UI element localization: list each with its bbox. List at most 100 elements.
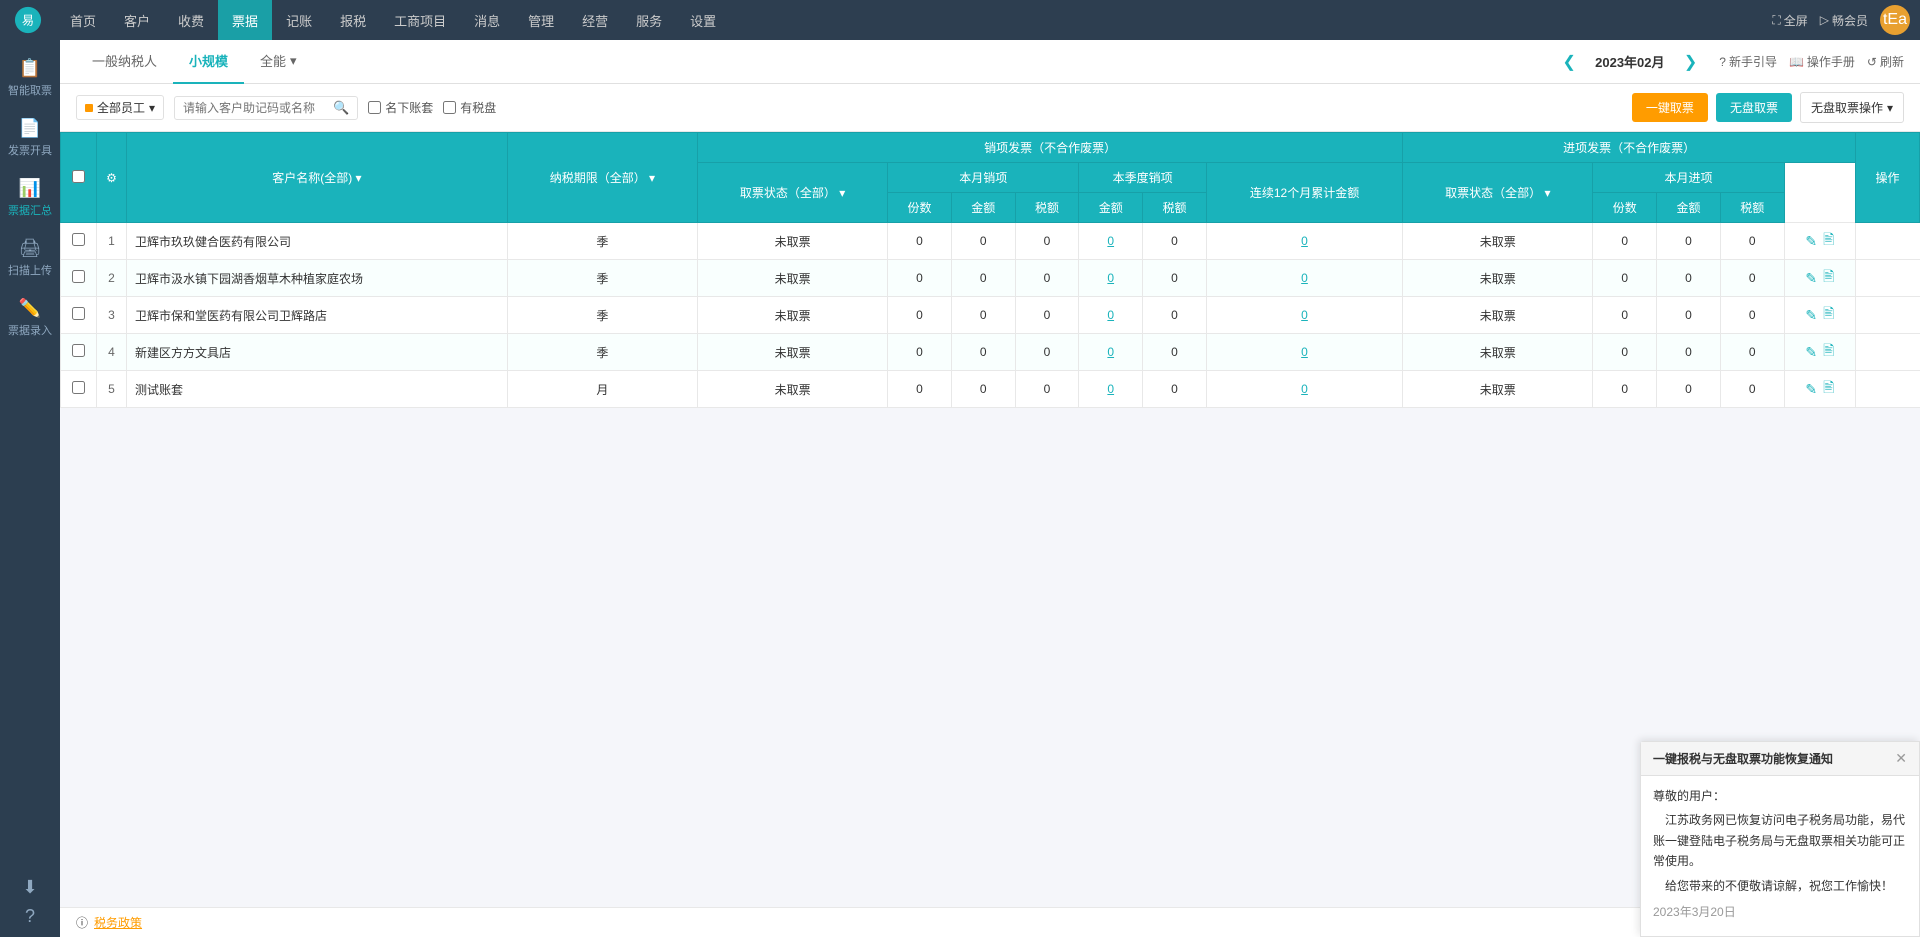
next-month-button[interactable]: ❯ [1678, 50, 1703, 74]
detail-icon[interactable]: 🖹 [1823, 377, 1834, 401]
nav-home[interactable]: 首页 [56, 0, 110, 40]
filter-dot [85, 104, 93, 112]
row-num: 2 [97, 260, 127, 297]
prev-month-button[interactable]: ❮ [1556, 50, 1581, 74]
main-table: ⚙ 客户名称(全部) ▾ 纳税期限（全部） ▾ 销项发票（不合作废票） 进项发票… [60, 132, 1920, 408]
manual-button[interactable]: 📖 操作手册 [1789, 53, 1855, 70]
row-checkbox[interactable] [61, 223, 97, 260]
row-quarter-amount: 0 [1079, 223, 1143, 260]
select-all-checkbox[interactable] [72, 170, 85, 183]
help-icon[interactable]: ? [25, 906, 35, 927]
row-in-tax: 0 [1720, 371, 1784, 408]
row-in-tax: 0 [1720, 260, 1784, 297]
edit-icon[interactable]: ✎ [1805, 270, 1817, 287]
no-disk-fetch-button[interactable]: 无盘取票 [1716, 93, 1792, 122]
detail-icon[interactable]: 🖹 [1823, 229, 1834, 253]
refresh-button[interactable]: ↺ 刷新 [1867, 53, 1904, 70]
avatar[interactable]: tEa [1880, 5, 1910, 35]
row-quarter-amount: 0 [1079, 334, 1143, 371]
row-sales-status: 未取票 [697, 297, 887, 334]
row-checkbox[interactable] [61, 334, 97, 371]
row-cumulative: 0 [1206, 297, 1402, 334]
own-accounts-filter[interactable]: 名下账套 [368, 99, 433, 116]
one-key-fetch-button[interactable]: 一键取票 [1632, 93, 1708, 122]
th-qs-tax: 税额 [1143, 193, 1207, 223]
detail-icon[interactable]: 🖹 [1823, 340, 1834, 364]
has-tax-disk-filter[interactable]: 有税盘 [443, 99, 496, 116]
nav-service[interactable]: 服务 [622, 0, 676, 40]
employee-filter[interactable]: 全部员工 ▾ [76, 95, 164, 120]
notif-apology: 给您带来的不便敬请谅解，祝您工作愉快！ [1653, 876, 1907, 896]
search-box: 🔍 [174, 96, 358, 120]
nav-invoice[interactable]: 票据 [218, 0, 272, 40]
notif-close-button[interactable]: ✕ [1895, 750, 1907, 767]
edit-icon[interactable]: ✎ [1805, 381, 1817, 398]
row-in-amount: 0 [1657, 297, 1721, 334]
tab-small-scale[interactable]: 小规模 [173, 40, 244, 84]
table-row: 5 测试账套 月 未取票 0 0 0 0 0 0 未取票 0 0 0 ✎ 🖹 [61, 371, 1920, 408]
row-period: 季 [507, 297, 697, 334]
own-accounts-checkbox[interactable] [368, 101, 381, 114]
sidebar-item-invoice-issue[interactable]: 📄 发票开具 [3, 110, 57, 166]
search-button[interactable]: 🔍 [333, 100, 349, 116]
new-guide-button[interactable]: ? 新手引导 [1719, 53, 1777, 70]
has-tax-disk-checkbox[interactable] [443, 101, 456, 114]
row-cumulative: 0 [1206, 371, 1402, 408]
tab-general-taxpayer[interactable]: 一般纳税人 [76, 40, 173, 84]
row-checkbox[interactable] [61, 371, 97, 408]
top-nav: 易 首页 客户 收费 票据 记账 报税 工商项目 消息 管理 经营 服务 设置 … [0, 0, 1920, 40]
has-tax-disk-label: 有税盘 [460, 99, 496, 116]
nav-manage[interactable]: 管理 [514, 0, 568, 40]
vip-button[interactable]: ▷ 畅会员 [1820, 12, 1868, 29]
row-month-tax: 0 [1015, 297, 1079, 334]
table-row: 1 卫辉市玖玖健合医药有限公司 季 未取票 0 0 0 0 0 0 未取票 0 … [61, 223, 1920, 260]
row-quarter-tax: 0 [1143, 260, 1207, 297]
detail-icon[interactable]: 🖹 [1823, 266, 1834, 290]
row-in-tax: 0 [1720, 334, 1784, 371]
nav-settings[interactable]: 设置 [676, 0, 730, 40]
row-checkbox[interactable] [61, 260, 97, 297]
no-disk-op-button[interactable]: 无盘取票操作 ▾ [1800, 92, 1904, 123]
row-cumulative: 0 [1206, 334, 1402, 371]
row-customer-name: 卫辉市玖玖健合医药有限公司 [127, 223, 508, 260]
nav-operation[interactable]: 经营 [568, 0, 622, 40]
nav-business[interactable]: 工商项目 [380, 0, 460, 40]
row-in-amount: 0 [1657, 260, 1721, 297]
sidebar-label-smart-fetch: 智能取票 [8, 82, 52, 98]
edit-icon[interactable]: ✎ [1805, 344, 1817, 361]
nav-fee[interactable]: 收费 [164, 0, 218, 40]
row-actions: ✎ 🖹 [1784, 371, 1855, 408]
row-period: 季 [507, 223, 697, 260]
search-input[interactable] [183, 101, 333, 115]
sidebar-item-invoice-summary[interactable]: 📊 票据汇总 [3, 170, 57, 226]
nav-customer[interactable]: 客户 [110, 0, 164, 40]
row-in-amount: 0 [1657, 371, 1721, 408]
edit-icon[interactable]: ✎ [1805, 307, 1817, 324]
notification-panel: 一键报税与无盘取票功能恢复通知 ✕ 尊敬的用户： 江苏政务网已恢复访问电子税务局… [1640, 741, 1920, 937]
detail-icon[interactable]: 🖹 [1823, 303, 1834, 327]
row-in-status: 未取票 [1403, 297, 1593, 334]
download-icon[interactable]: ⬇ [22, 877, 37, 898]
nav-message[interactable]: 消息 [460, 0, 514, 40]
tax-policy-link[interactable]: 税务政策 [94, 914, 142, 931]
row-checkbox[interactable] [61, 297, 97, 334]
row-quarter-tax: 0 [1143, 223, 1207, 260]
header-right-actions: ? 新手引导 📖 操作手册 ↺ 刷新 [1719, 53, 1904, 70]
nav-bookkeep[interactable]: 记账 [272, 0, 326, 40]
tab-all[interactable]: 全能 ▾ [244, 40, 313, 84]
nav-items: 首页 客户 收费 票据 记账 报税 工商项目 消息 管理 经营 服务 设置 [56, 0, 1772, 40]
nav-tax[interactable]: 报税 [326, 0, 380, 40]
row-customer-name: 测试账套 [127, 371, 508, 408]
row-month-shares: 0 [888, 297, 952, 334]
edit-icon[interactable]: ✎ [1805, 233, 1817, 250]
filter-dropdown-icon: ▾ [149, 101, 155, 115]
th-action: 操作 [1856, 133, 1920, 223]
current-date: 2023年02月 [1590, 52, 1670, 71]
sidebar-item-smart-fetch[interactable]: 📋 智能取票 [3, 50, 57, 106]
row-month-shares: 0 [888, 260, 952, 297]
row-customer-name: 卫辉市汲水镇下园湖香烟草木种植家庭农场 [127, 260, 508, 297]
fullscreen-button[interactable]: ⛶ 全屏 [1772, 12, 1807, 29]
sidebar-item-scan-upload[interactable]: 🖨 扫描上传 [3, 230, 57, 286]
sidebar-item-invoice-entry[interactable]: ✏️ 票据录入 [3, 290, 57, 346]
row-actions: ✎ 🖹 [1784, 260, 1855, 297]
